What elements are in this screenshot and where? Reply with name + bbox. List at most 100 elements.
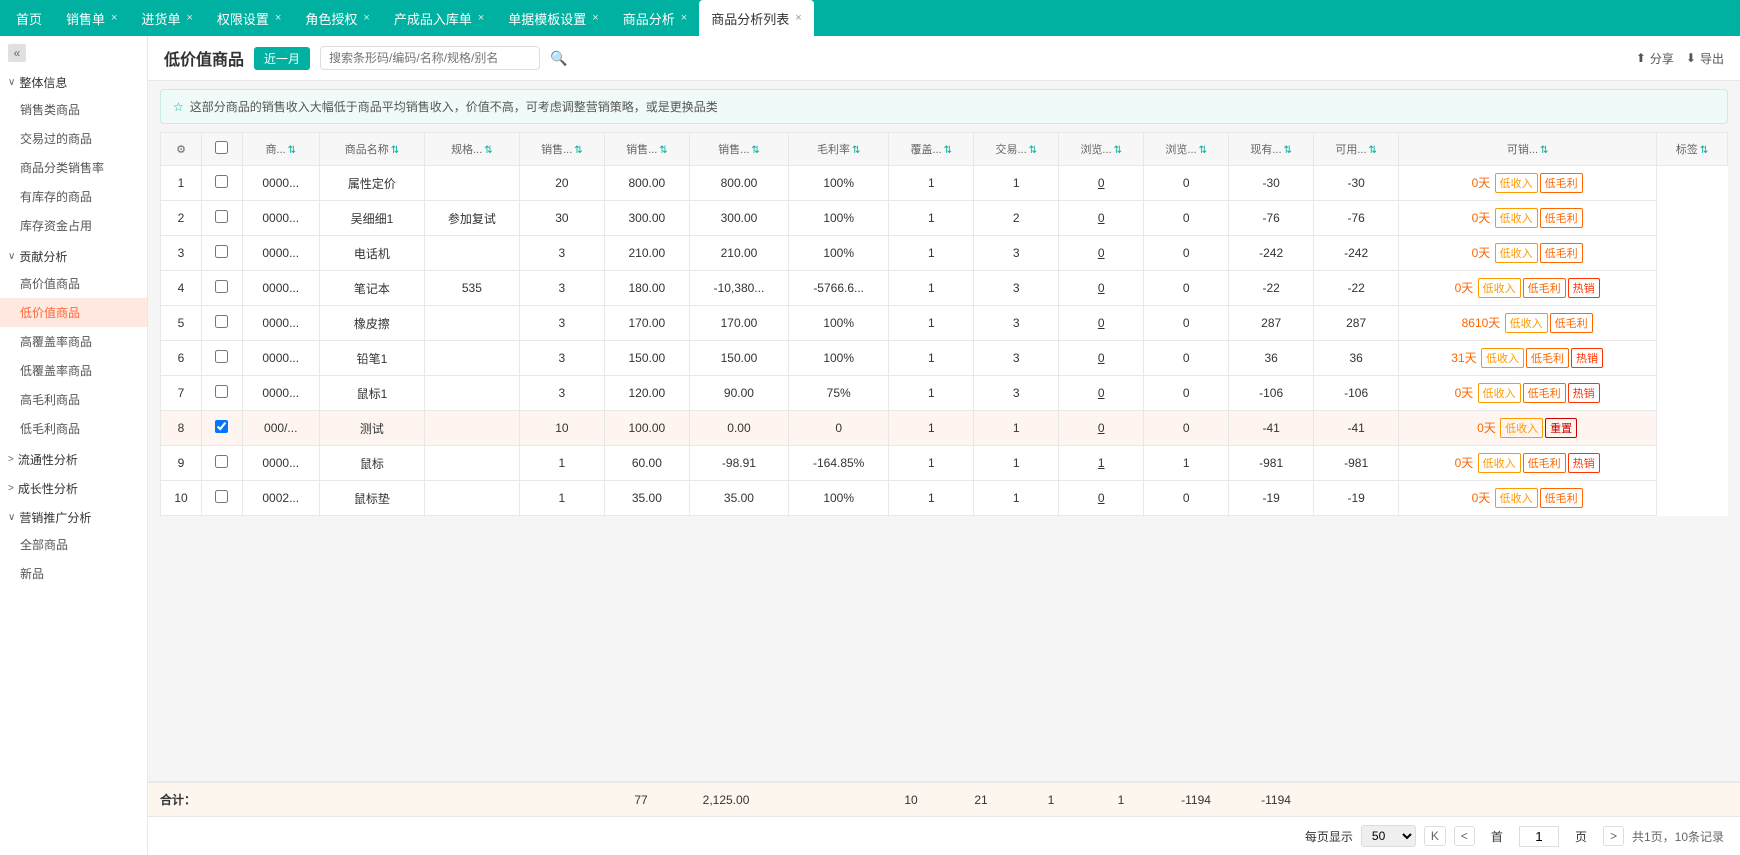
row-select-checkbox[interactable] [215,420,228,433]
nav-close-icon[interactable]: × [186,12,192,24]
sort-icon[interactable]: ⇅ [1540,145,1548,156]
browse1-link[interactable]: 1 [1098,456,1105,470]
nav-close-icon[interactable]: × [111,12,117,24]
nav-close-icon[interactable]: × [681,12,687,24]
search-icon[interactable]: 🔍 [550,50,567,67]
sidebar-group-成长性分析[interactable]: >成长性分析 [0,472,147,501]
row-select-checkbox[interactable] [215,490,228,503]
nav-close-icon[interactable]: × [478,12,484,24]
nav-item-单据模板设置[interactable]: 单据模板设置× [496,0,610,36]
col-header-sales_cost[interactable]: 销售...⇅ [689,133,788,166]
page-size-select[interactable]: 50 100 200 [1361,825,1416,847]
search-input[interactable] [320,46,540,70]
sort-icon[interactable]: ⇅ [288,145,296,156]
nav-item-商品分析[interactable]: 商品分析× [611,0,699,36]
nav-item-商品分析列表[interactable]: 商品分析列表× [699,0,813,36]
row-select-checkbox[interactable] [215,280,228,293]
page-number-input[interactable] [1519,826,1559,847]
nav-item-销售单[interactable]: 销售单× [54,0,129,36]
row-select-checkbox[interactable] [215,210,228,223]
row-select-checkbox[interactable] [215,455,228,468]
sidebar-item-低覆盖率商品[interactable]: 低覆盖率商品 [0,356,147,385]
nav-close-icon[interactable]: × [363,12,369,24]
row-select-checkbox[interactable] [215,350,228,363]
sidebar-item-高覆盖率商品[interactable]: 高覆盖率商品 [0,327,147,356]
nav-item-权限设置[interactable]: 权限设置× [205,0,293,36]
row-select-checkbox[interactable] [215,385,228,398]
browse1-link[interactable]: 0 [1098,386,1105,400]
sort-icon[interactable]: ⇅ [659,145,667,156]
browse1-link[interactable]: 0 [1098,281,1105,295]
sidebar-group-贡献分析[interactable]: ∨贡献分析 [0,240,147,269]
sort-icon[interactable]: ⇅ [1199,145,1207,156]
nav-close-icon[interactable]: × [795,12,801,24]
sort-icon[interactable]: ⇅ [852,145,860,156]
row-select-checkbox[interactable] [215,315,228,328]
sidebar-item-商品分类销售率[interactable]: 商品分类销售率 [0,153,147,182]
browse1-link[interactable]: 0 [1098,246,1105,260]
sidebar-item-低毛利商品[interactable]: 低毛利商品 [0,414,147,443]
col-header-coverage[interactable]: 覆盖...⇅ [889,133,974,166]
nav-close-icon[interactable]: × [592,12,598,24]
sort-icon[interactable]: ⇅ [944,145,952,156]
row-select-checkbox[interactable] [215,245,228,258]
browse1-link[interactable]: 0 [1098,351,1105,365]
browse1-link[interactable]: 0 [1098,421,1105,435]
sidebar-group-营销推广分析[interactable]: ∨营销推广分析 [0,501,147,530]
sidebar-item-新品[interactable]: 新品 [0,559,147,588]
sidebar-item-销售类商品[interactable]: 销售类商品 [0,95,147,124]
export-button[interactable]: ⬇ 导出 [1686,50,1724,67]
sort-icon[interactable]: ⇅ [1284,145,1292,156]
next-page-button[interactable]: > [1603,826,1624,846]
col-header-stock1[interactable]: 现有...⇅ [1229,133,1314,166]
sort-icon[interactable]: ⇅ [391,145,399,156]
col-header-spec[interactable]: 规格...⇅ [424,133,519,166]
sidebar-item-库存资金占用[interactable]: 库存资金占用 [0,211,147,240]
sort-icon[interactable]: ⇅ [1029,145,1037,156]
col-header-trade[interactable]: 交易...⇅ [974,133,1059,166]
row-select-checkbox[interactable] [215,175,228,188]
col-header-browse1[interactable]: 浏览...⇅ [1059,133,1144,166]
sidebar-collapse-button[interactable]: « [8,44,26,62]
settings-icon[interactable]: ⚙ [176,144,186,156]
col-header-days[interactable]: 标签⇅ [1657,133,1728,166]
sidebar-item-高价值商品[interactable]: 高价值商品 [0,269,147,298]
col-header-settings[interactable]: ⚙ [161,133,202,166]
col-header-stock3[interactable]: 可销...⇅ [1399,133,1657,166]
select-all-checkbox[interactable] [215,141,228,154]
nav-close-icon[interactable]: × [275,12,281,24]
sidebar-group-流通性分析[interactable]: >流通性分析 [0,443,147,472]
sort-icon[interactable]: ⇅ [1700,145,1708,156]
sort-icon[interactable]: ⇅ [484,145,492,156]
col-header-sales_qty[interactable]: 销售...⇅ [519,133,604,166]
sidebar-item-高毛利商品[interactable]: 高毛利商品 [0,385,147,414]
sidebar-item-有库存的商品[interactable]: 有库存的商品 [0,182,147,211]
sort-icon[interactable]: ⇅ [574,145,582,156]
sort-icon[interactable]: ⇅ [1369,145,1377,156]
first-page-button[interactable]: K [1424,826,1446,846]
nav-item-角色授权[interactable]: 角色授权× [293,0,381,36]
sidebar-group-整体信息[interactable]: ∨整体信息 [0,66,147,95]
col-header-stock2[interactable]: 可用...⇅ [1314,133,1399,166]
sidebar-item-全部商品[interactable]: 全部商品 [0,530,147,559]
nav-item-产成品入库单[interactable]: 产成品入库单× [382,0,496,36]
sort-icon[interactable]: ⇅ [751,145,759,156]
browse1-link[interactable]: 0 [1098,211,1105,225]
col-header-checkbox[interactable] [202,133,242,166]
nav-item-进货单[interactable]: 进货单× [129,0,204,36]
sidebar-item-交易过的商品[interactable]: 交易过的商品 [0,124,147,153]
col-header-margin[interactable]: 毛利率⇅ [789,133,889,166]
sort-icon[interactable]: ⇅ [1114,145,1122,156]
col-header-name[interactable]: 商品名称⇅ [319,133,424,166]
nav-item-首页[interactable]: 首页 [4,0,54,36]
period-button[interactable]: 近一月 [254,47,310,70]
sidebar-item-低价值商品[interactable]: 低价值商品 [0,298,147,327]
prev-page-button[interactable]: < [1454,826,1475,846]
share-button[interactable]: ⬆ 分享 [1636,50,1674,67]
col-header-browse2[interactable]: 浏览...⇅ [1144,133,1229,166]
browse1-link[interactable]: 0 [1098,176,1105,190]
col-header-code[interactable]: 商...⇅ [242,133,319,166]
col-header-sales_amt[interactable]: 销售...⇅ [604,133,689,166]
browse1-link[interactable]: 0 [1098,316,1105,330]
browse1-link[interactable]: 0 [1098,491,1105,505]
